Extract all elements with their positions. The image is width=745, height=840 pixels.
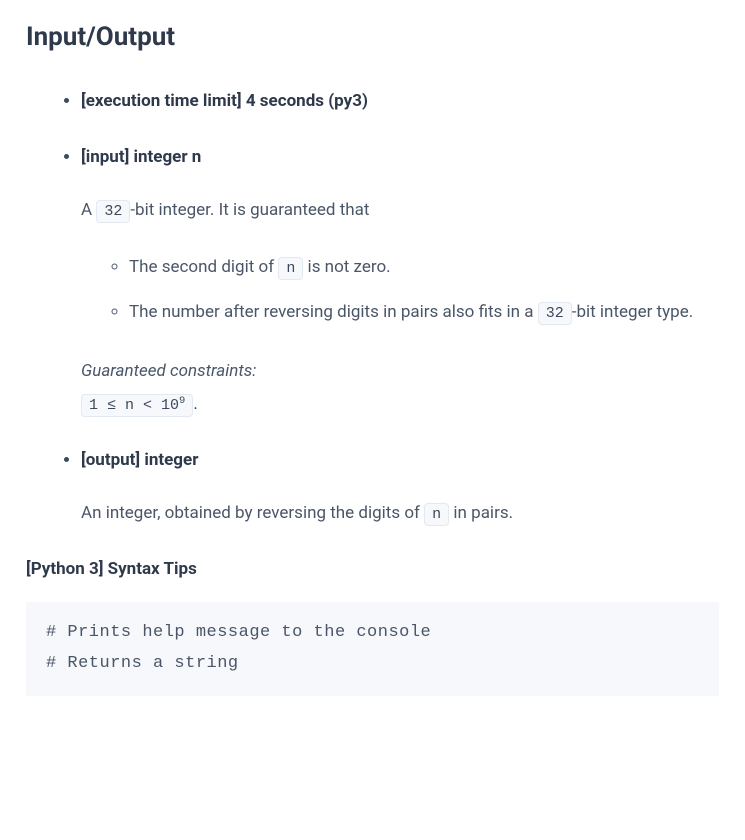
out-code: n	[424, 503, 449, 526]
input-item: [input] integer n A 32-bit integer. It i…	[81, 145, 719, 418]
constraints-code: 1 ≤ n < 109	[81, 394, 193, 417]
input-desc: A 32-bit integer. It is guaranteed that	[81, 198, 719, 224]
time-limit-item: [execution time limit] 4 seconds (py3)	[81, 89, 719, 115]
code-block: # Prints help message to the console # R…	[26, 602, 719, 695]
section-title: Input/Output	[26, 18, 719, 57]
guarantee-item-2: The number after reversing digits in pai…	[129, 295, 719, 331]
constraints-after: .	[193, 394, 197, 414]
constraints-label: Guaranteed constraints:	[81, 359, 719, 385]
output-item: [output] integer An integer, obtained by…	[81, 448, 719, 527]
g1-pre: The second digit of	[129, 257, 278, 277]
output-head: [output] integer	[81, 450, 198, 470]
g1-post: is not zero.	[303, 257, 390, 277]
g2-post: -bit integer type.	[572, 302, 693, 322]
input-desc-pre: A	[81, 200, 96, 220]
constraints-code-pre: 1 ≤ n < 10	[89, 397, 179, 414]
syntax-tips-title: [Python 3] Syntax Tips	[26, 557, 719, 583]
g2-pre: The number after reversing digits in pai…	[129, 302, 538, 322]
out-post: in pairs.	[449, 503, 513, 523]
output-desc: An integer, obtained by reversing the di…	[81, 501, 719, 527]
constraints-code-sup: 9	[179, 395, 185, 407]
io-list: [execution time limit] 4 seconds (py3) […	[26, 89, 719, 527]
guarantee-item-1: The second digit of n is not zero.	[129, 250, 719, 286]
g2-code: 32	[538, 302, 572, 325]
input-head: [input] integer n	[81, 147, 201, 167]
g1-code: n	[278, 257, 303, 280]
input-desc-post: -bit integer. It is guaranteed that	[130, 200, 369, 220]
constraints-line: 1 ≤ n < 109.	[81, 392, 198, 418]
input-desc-code: 32	[96, 200, 130, 223]
guarantee-list: The second digit of n is not zero. The n…	[81, 250, 719, 331]
time-limit-head: [execution time limit] 4 seconds (py3)	[81, 91, 368, 111]
out-pre: An integer, obtained by reversing the di…	[81, 503, 424, 523]
